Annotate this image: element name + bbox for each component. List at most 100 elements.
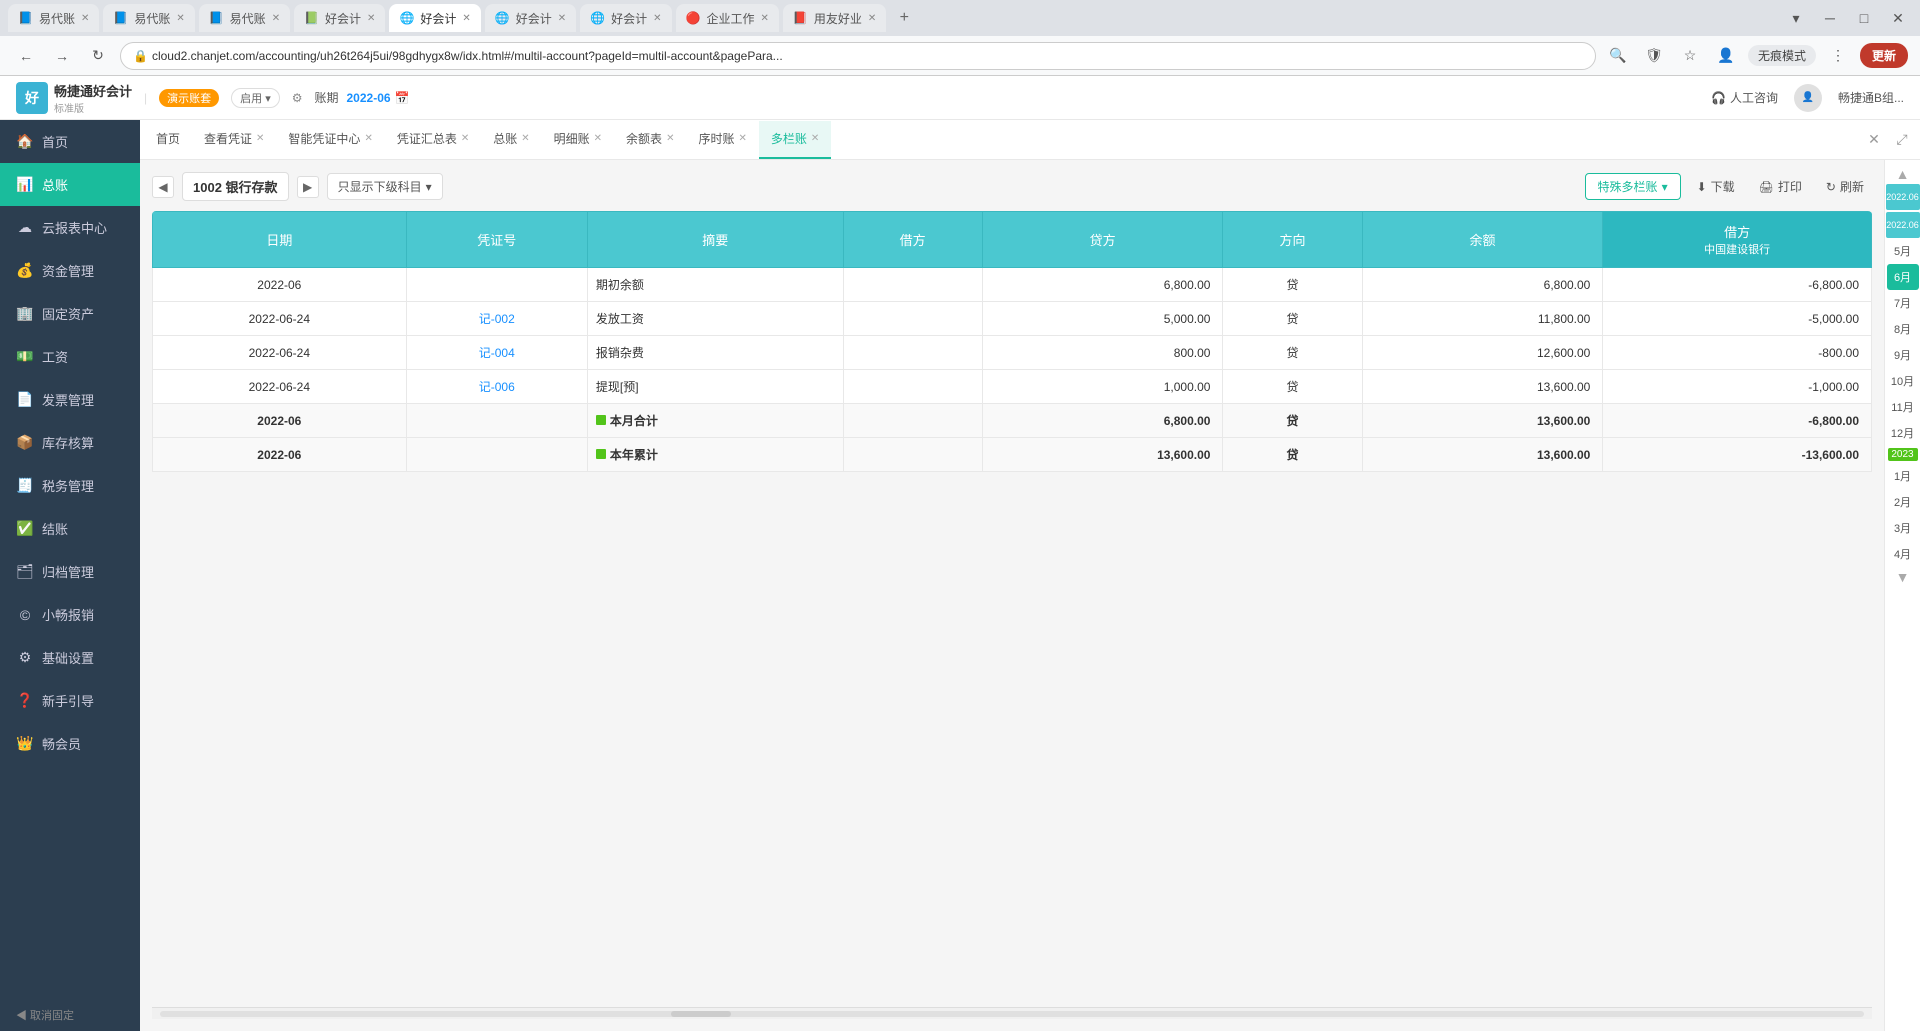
tab-voucher[interactable]: 查看凭证 ✕ (192, 121, 276, 159)
tab-balance[interactable]: 余额表 ✕ (614, 121, 686, 159)
print-button[interactable]: 🖨 打印 (1751, 174, 1810, 199)
tab-list-button[interactable]: ▾ (1782, 4, 1810, 32)
cal-month-1-2023[interactable]: 1月 (1887, 463, 1919, 489)
tab-close-6[interactable]: ✕ (558, 13, 566, 24)
new-tab-button[interactable]: + (890, 4, 918, 32)
horizontal-scrollbar[interactable] (152, 1007, 1872, 1019)
forward-button[interactable]: → (48, 42, 76, 70)
sidebar-item-archive[interactable]: 🗂 归档管理 (0, 550, 140, 593)
tab-close-4[interactable]: ✕ (367, 13, 375, 24)
tab-smart-voucher[interactable]: 智能凭证中心 ✕ (276, 121, 384, 159)
tab-mc-close[interactable]: ✕ (811, 133, 819, 144)
cal-month-9[interactable]: 9月 (1887, 342, 1919, 368)
cal-month-6[interactable]: 6月 (1887, 264, 1919, 290)
tab-gl-close[interactable]: ✕ (521, 133, 529, 144)
user-avatar[interactable]: 👤 (1794, 84, 1822, 112)
tab-journal[interactable]: 序时账 ✕ (686, 121, 758, 159)
row3-voucher[interactable]: 记-004 (406, 336, 587, 370)
tab-close-5[interactable]: ✕ (462, 13, 470, 24)
menu-icon[interactable]: ⋮ (1824, 42, 1852, 70)
tab-balance-close[interactable]: ✕ (666, 133, 674, 144)
tab-close-8[interactable]: ✕ (760, 13, 768, 24)
calendar-icon[interactable]: 📅 (395, 91, 410, 105)
tab-close-9[interactable]: ✕ (868, 13, 876, 24)
sidebar-item-home[interactable]: 🏠 首页 (0, 120, 140, 163)
cal-month-11[interactable]: 11月 (1887, 394, 1919, 420)
url-bar[interactable]: 🔒 cloud2.chanjet.com/accounting/uh26t264… (120, 42, 1596, 70)
next-subject-button[interactable]: ▶ (297, 176, 319, 198)
back-button[interactable]: ← (12, 42, 40, 70)
tab-general-ledger[interactable]: 总账 ✕ (481, 121, 541, 159)
sidebar-item-fund[interactable]: 💰 资金管理 (0, 249, 140, 292)
sidebar-item-close[interactable]: ✅ 结账 (0, 507, 140, 550)
browser-tab-8[interactable]: 🔴 企业工作 ✕ (676, 4, 779, 32)
sidebar-item-ledger[interactable]: 📊 总账 (0, 163, 140, 206)
browser-tab-5[interactable]: 🌐 好会计 ✕ (389, 4, 480, 32)
browser-tab-4[interactable]: 📗 好会计 ✕ (294, 4, 385, 32)
tab-smart-close[interactable]: ✕ (364, 133, 372, 144)
refresh-button[interactable]: ↻ 刷新 (1818, 174, 1872, 199)
minimize-button[interactable]: ─ (1816, 4, 1844, 32)
service-button[interactable]: 🎧 人工咨询 (1711, 89, 1778, 106)
maximize-button[interactable]: □ (1850, 4, 1878, 32)
download-button[interactable]: ⬇ 下载 (1689, 174, 1743, 199)
browser-tab-9[interactable]: 📕 用友好业 ✕ (783, 4, 886, 32)
tab-detail-ledger[interactable]: 明细账 ✕ (542, 121, 614, 159)
tab-voucher-close[interactable]: ✕ (256, 133, 264, 144)
sidebar-item-member[interactable]: 👑 畅会员 (0, 722, 140, 765)
sidebar-item-assets[interactable]: 🏢 固定资产 (0, 292, 140, 335)
expand-panel-button[interactable]: ⤢ (1888, 126, 1916, 154)
sidebar-item-guide[interactable]: ❓ 新手引导 (0, 679, 140, 722)
sidebar-item-expense[interactable]: © 小畅报销 (0, 593, 140, 636)
subject-selector[interactable]: 1002 银行存款 (182, 172, 289, 201)
browser-tab-7[interactable]: 🌐 好会计 ✕ (580, 4, 671, 32)
browser-tab-1[interactable]: 📘 易代账 ✕ (8, 4, 99, 32)
browser-tab-6[interactable]: 🌐 好会计 ✕ (485, 4, 576, 32)
sidebar-item-settings[interactable]: ⚙ 基础设置 (0, 636, 140, 679)
tab-voucher-summary[interactable]: 凭证汇总表 ✕ (385, 121, 481, 159)
bookmark-icon[interactable]: ☆ (1676, 42, 1704, 70)
sidebar-item-invoice[interactable]: 📄 发票管理 (0, 378, 140, 421)
browser-tab-3[interactable]: 📘 易代账 ✕ (199, 4, 290, 32)
browser-tab-2[interactable]: 📘 易代账 ✕ (103, 4, 194, 32)
row2-voucher[interactable]: 记-002 (406, 302, 587, 336)
tab-close-3[interactable]: ✕ (272, 13, 280, 24)
sidebar-item-report[interactable]: ☁ 云报表中心 (0, 206, 140, 249)
calendar-up-arrow[interactable]: ▲ (1894, 164, 1912, 184)
cal-month-8[interactable]: 8月 (1887, 316, 1919, 342)
demo-dropdown[interactable]: 启用 ▾ (231, 88, 280, 108)
calendar-down-arrow[interactable]: ▼ (1894, 567, 1912, 587)
prev-subject-button[interactable]: ◀ (152, 176, 174, 198)
tab-dl-close[interactable]: ✕ (594, 133, 602, 144)
cal-month-5[interactable]: 5月 (1887, 238, 1919, 264)
sidebar-item-payroll[interactable]: 💵 工资 (0, 335, 140, 378)
profile-icon[interactable]: 👤 (1712, 42, 1740, 70)
tab-vsummary-close[interactable]: ✕ (461, 133, 469, 144)
cal-month-3-2023[interactable]: 3月 (1887, 515, 1919, 541)
sidebar-item-tax[interactable]: 🧾 税务管理 (0, 464, 140, 507)
cal-month-4-2023[interactable]: 4月 (1887, 541, 1919, 567)
cal-month-7[interactable]: 7月 (1887, 290, 1919, 316)
special-multicolumn-button[interactable]: 特殊多栏账 ▾ (1585, 173, 1681, 200)
sub-subject-filter[interactable]: 只显示下级科目 ▾ (327, 173, 443, 200)
tab-close-1[interactable]: ✕ (81, 13, 89, 24)
tab-home[interactable]: 首页 (144, 121, 192, 159)
reload-button[interactable]: ↻ (84, 42, 112, 70)
search-icon[interactable]: 🔍 (1604, 42, 1632, 70)
tab-journal-close[interactable]: ✕ (738, 133, 746, 144)
close-window-button[interactable]: ✕ (1884, 4, 1912, 32)
settings-icon[interactable]: ⚙ (292, 91, 303, 105)
cal-month-2-2023[interactable]: 2月 (1887, 489, 1919, 515)
cal-month-10[interactable]: 10月 (1887, 368, 1919, 394)
update-button[interactable]: 更新 (1860, 43, 1908, 68)
row4-voucher[interactable]: 记-006 (406, 370, 587, 404)
cal-month-12[interactable]: 12月 (1887, 420, 1919, 446)
tab-close-2[interactable]: ✕ (176, 13, 184, 24)
sidebar-item-inventory[interactable]: 📦 库存核算 (0, 421, 140, 464)
close-panel-button[interactable]: ✕ (1860, 126, 1888, 154)
scroll-thumb[interactable] (671, 1011, 731, 1017)
extension-icon[interactable]: 🛡 (1640, 42, 1668, 70)
tab-multicolumn[interactable]: 多栏账 ✕ (759, 121, 831, 159)
tab-close-7[interactable]: ✕ (653, 13, 661, 24)
unpin-button[interactable]: ◀ 取消固定 (0, 999, 140, 1031)
